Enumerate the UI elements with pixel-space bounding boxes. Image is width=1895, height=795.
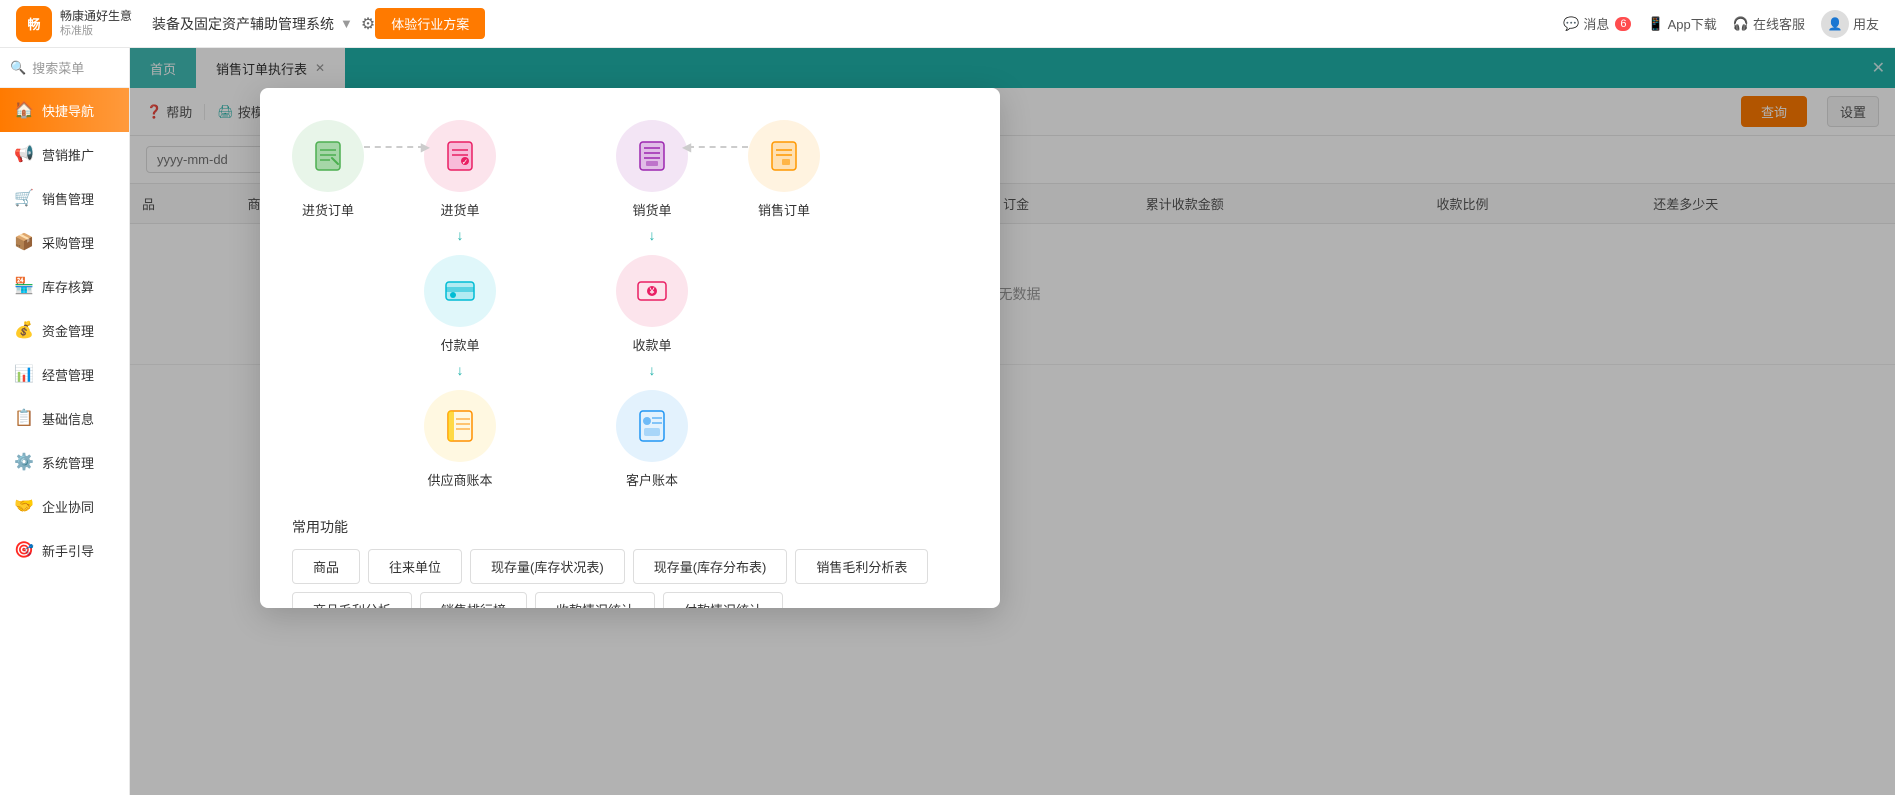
message-icon: 💬 <box>1563 16 1579 32</box>
func-payment-stats[interactable]: 付款情况统计 <box>663 592 783 608</box>
function-buttons-grid: 商品 往来单位 现存量(库存状况表) 现存量(库存分布表) 销售毛利分析表 商品… <box>292 549 968 608</box>
purchase-node[interactable]: ✓ 进货单 <box>424 120 496 219</box>
func-inventory-status[interactable]: 现存量(库存状况表) <box>470 549 625 584</box>
user-avatar-button[interactable]: 👤 用友 <box>1821 10 1879 38</box>
receipt-label: 收款单 <box>632 335 671 354</box>
customer-ledger-node[interactable]: ↓ 客户账本 <box>616 362 688 489</box>
receipt-circle: ¥ <box>616 255 688 327</box>
online-service-button[interactable]: 🎧 在线客服 <box>1733 14 1805 33</box>
sidebar-item-guide[interactable]: 🎯 新手引导 <box>0 528 129 572</box>
func-counterpart[interactable]: 往来单位 <box>368 549 462 584</box>
marketing-icon: 📢 <box>14 144 34 164</box>
sidebar: 🔍 搜索菜单 🏠 快捷导航 📢 营销推广 🛒 销售管理 📦 采购管理 🏪 <box>0 48 130 795</box>
flow-section: 进货订单 ▶ ✓ <box>292 120 968 489</box>
sidebar-item-sales[interactable]: 🛒 销售管理 <box>0 176 129 220</box>
dropdown-arrow-icon[interactable]: ▼ <box>340 16 353 31</box>
system-icon: ⚙️ <box>14 452 34 472</box>
system-title: 装备及固定资产辅助管理系统 <box>152 14 334 34</box>
search-menu-button[interactable]: 🔍 搜索菜单 <box>0 48 129 88</box>
flow-modal: 进货订单 ▶ ✓ <box>260 88 1000 608</box>
sidebar-item-operations[interactable]: 📊 经营管理 <box>0 352 129 396</box>
svg-text:¥: ¥ <box>648 286 655 296</box>
func-product[interactable]: 商品 <box>292 549 360 584</box>
message-badge: 6 <box>1615 17 1631 31</box>
modal-overlay[interactable]: 进货订单 ▶ ✓ <box>130 48 1895 795</box>
purchase-circle: ✓ <box>424 120 496 192</box>
common-functions-section: 常用功能 商品 往来单位 现存量(库存状况表) 现存量(库存分布表) 销售毛利分… <box>292 517 968 608</box>
sidebar-item-quick-nav[interactable]: 🏠 快捷导航 <box>0 88 129 132</box>
logo-icon: 畅 <box>16 6 52 42</box>
supplier-ledger-node[interactable]: ↓ 供应商账本 <box>424 362 496 489</box>
customer-ledger-label: 客户账本 <box>626 470 678 489</box>
payment-node[interactable]: ↓ 付款单 <box>424 227 496 354</box>
func-inventory-dist[interactable]: 现存量(库存分布表) <box>633 549 788 584</box>
svg-text:✓: ✓ <box>462 158 469 167</box>
purchase-order-label: 进货订单 <box>302 200 354 219</box>
func-sales-margin[interactable]: 销售毛利分析表 <box>795 549 928 584</box>
sidebar-item-basic-info[interactable]: 📋 基础信息 <box>0 396 129 440</box>
guide-icon: 🎯 <box>14 540 34 560</box>
sales-icon: 🛒 <box>14 188 34 208</box>
sidebar-item-enterprise[interactable]: 🤝 企业协同 <box>0 484 129 528</box>
sidebar-item-purchase[interactable]: 📦 采购管理 <box>0 220 129 264</box>
sale-node[interactable]: 销货单 <box>616 120 688 219</box>
search-icon: 🔍 <box>10 60 26 76</box>
settings-button[interactable]: ⚙ <box>361 14 375 34</box>
purchase-label: 进货单 <box>440 200 479 219</box>
operations-icon: 📊 <box>14 364 34 384</box>
common-functions-title: 常用功能 <box>292 517 968 537</box>
sidebar-item-system[interactable]: ⚙️ 系统管理 <box>0 440 129 484</box>
finance-icon: 💰 <box>14 320 34 340</box>
purchase-icon: 📦 <box>14 232 34 252</box>
purchase-order-circle <box>292 120 364 192</box>
payment-label: 付款单 <box>440 335 479 354</box>
sale-order-circle <box>748 120 820 192</box>
quick-nav-icon: 🏠 <box>14 100 34 120</box>
payment-circle <box>424 255 496 327</box>
service-icon: 🎧 <box>1733 16 1749 32</box>
sale-order-node[interactable]: 销售订单 <box>748 120 820 219</box>
customer-ledger-circle <box>616 390 688 462</box>
receipt-node[interactable]: ↓ ¥ 收款单 <box>616 227 688 354</box>
content-area: 首页 销售订单执行表 ✕ ✕ ❓ 帮助 🖨 按模板打印 ▼ <box>130 48 1895 795</box>
sidebar-item-finance[interactable]: 💰 资金管理 <box>0 308 129 352</box>
sidebar-item-marketing[interactable]: 📢 营销推广 <box>0 132 129 176</box>
logo-text: 畅康通好生意 标准版 <box>60 9 132 39</box>
basic-info-icon: 📋 <box>14 408 34 428</box>
app-download-button[interactable]: 📱 App下载 <box>1647 14 1716 33</box>
sale-circle <box>616 120 688 192</box>
purchase-order-node[interactable]: 进货订单 <box>292 120 364 219</box>
avatar-icon: 👤 <box>1821 10 1849 38</box>
enterprise-icon: 🤝 <box>14 496 34 516</box>
phone-icon: 📱 <box>1647 16 1663 32</box>
func-sales-ranking[interactable]: 销售排行榜 <box>420 592 527 608</box>
inventory-icon: 🏪 <box>14 276 34 296</box>
supplier-ledger-label: 供应商账本 <box>427 470 492 489</box>
sale-label: 销货单 <box>632 200 671 219</box>
func-product-margin[interactable]: 商品毛利分析 <box>292 592 412 608</box>
topbar-right: 💬 消息 6 📱 App下载 🎧 在线客服 👤 用友 <box>1563 10 1879 38</box>
supplier-ledger-circle <box>424 390 496 462</box>
func-receipt-stats[interactable]: 收款情况统计 <box>535 592 655 608</box>
message-button[interactable]: 💬 消息 6 <box>1563 14 1631 33</box>
sidebar-item-inventory[interactable]: 🏪 库存核算 <box>0 264 129 308</box>
svg-text:畅: 畅 <box>27 17 40 32</box>
sale-order-label: 销售订单 <box>758 200 810 219</box>
logo-area: 畅 畅康通好生意 标准版 <box>16 6 132 42</box>
experience-button[interactable]: 体验行业方案 <box>375 8 485 39</box>
